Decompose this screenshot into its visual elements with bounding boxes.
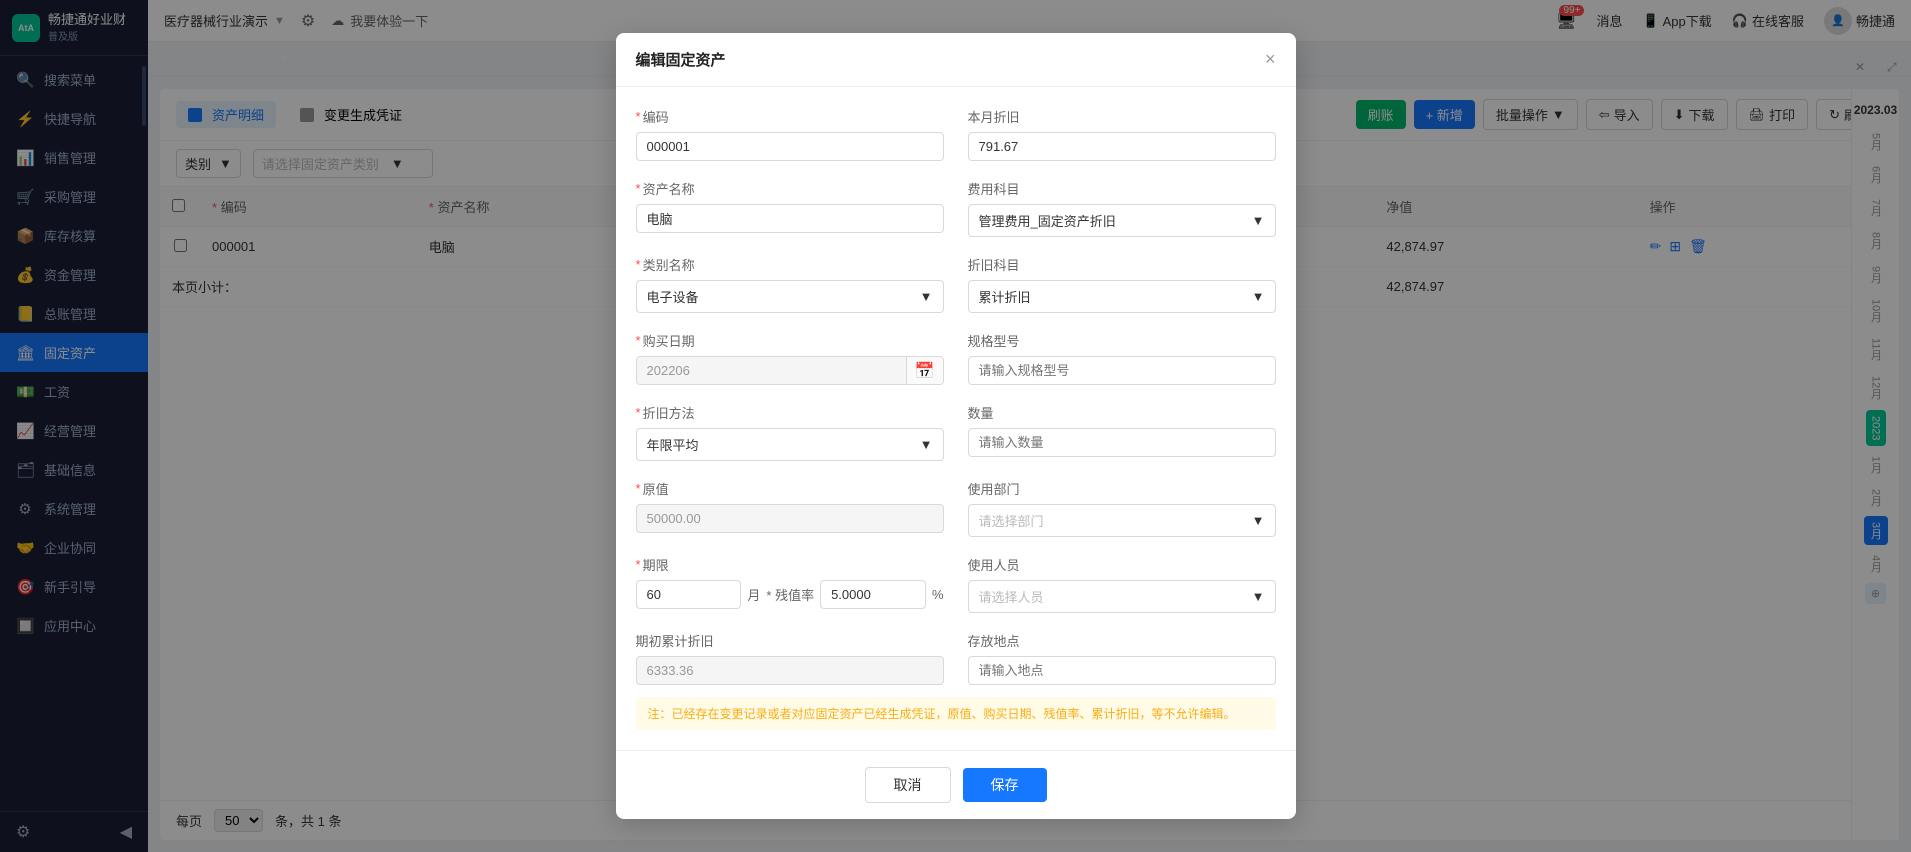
form-row-name: * 资产名称 xyxy=(636,179,944,237)
form-row-dept: 使用部门 请选择部门 ▼ xyxy=(968,479,1276,537)
period-residual-group: 月 * 残值率 % xyxy=(636,580,944,609)
form-row-location: 存放地点 xyxy=(968,631,1276,685)
form-grid: * 编码 本月折旧 * 资产名称 xyxy=(636,107,1276,685)
dept-placeholder: 请选择部门 xyxy=(979,511,1044,530)
code-input[interactable] xyxy=(636,132,944,161)
location-input[interactable] xyxy=(968,656,1276,685)
category-arrow: ▼ xyxy=(920,289,933,304)
modal-body: * 编码 本月折旧 * 资产名称 xyxy=(616,87,1296,750)
expense-subject-value: 管理费用_固定资产折旧 xyxy=(979,211,1116,230)
modal-header: 编辑固定资产 × xyxy=(616,33,1296,87)
depr-method-arrow: ▼ xyxy=(920,437,933,452)
form-row-quantity: 数量 xyxy=(968,403,1276,461)
form-row-initial-depr: 期初累计折旧 xyxy=(636,631,944,685)
depr-subject-label: 折旧科目 xyxy=(968,255,1276,274)
user-placeholder: 请选择人员 xyxy=(979,587,1044,606)
form-row-depr-subject: 折旧科目 累计折旧 ▼ xyxy=(968,255,1276,313)
modal-note: 注：已经存在变更记录或者对应固定资产已经生成凭证，原值、购买日期、残值率、累计折… xyxy=(636,697,1276,730)
depr-subject-arrow: ▼ xyxy=(1252,289,1265,304)
form-row-purchase-date: * 购买日期 📅 xyxy=(636,331,944,385)
purchase-date-input-wrap: 📅 xyxy=(636,356,944,385)
form-row-expense-subject: 费用科目 管理费用_固定资产折旧 ▼ xyxy=(968,179,1276,237)
category-value: 电子设备 xyxy=(647,287,699,306)
modal-title: 编辑固定资产 xyxy=(636,49,726,70)
expense-subject-arrow: ▼ xyxy=(1252,213,1265,228)
code-label: * 编码 xyxy=(636,107,944,126)
expense-subject-select[interactable]: 管理费用_固定资产折旧 ▼ xyxy=(968,204,1276,237)
form-row-original-value: * 原值 xyxy=(636,479,944,537)
depr-method-label: * 折旧方法 xyxy=(636,403,944,422)
depr-method-value: 年限平均 xyxy=(647,435,699,454)
residual-label: * 残值率 xyxy=(766,585,814,604)
depr-method-select[interactable]: 年限平均 ▼ xyxy=(636,428,944,461)
form-row-monthly-depr: 本月折旧 xyxy=(968,107,1276,161)
form-row-depr-method: * 折旧方法 年限平均 ▼ xyxy=(636,403,944,461)
modal-overlay: 编辑固定资产 × * 编码 本月折旧 xyxy=(0,0,1911,852)
dept-select[interactable]: 请选择部门 ▼ xyxy=(968,504,1276,537)
modal-footer: 取消 保存 xyxy=(616,750,1296,819)
cancel-button[interactable]: 取消 xyxy=(865,767,951,803)
period-label: * 期限 xyxy=(636,555,944,574)
form-row-user: 使用人员 请选择人员 ▼ xyxy=(968,555,1276,613)
name-label: * 资产名称 xyxy=(636,179,944,198)
user-label: 使用人员 xyxy=(968,555,1276,574)
dept-label: 使用部门 xyxy=(968,479,1276,498)
edit-asset-modal: 编辑固定资产 × * 编码 本月折旧 xyxy=(616,33,1296,819)
monthly-depr-input[interactable] xyxy=(968,132,1276,161)
period-input[interactable] xyxy=(636,580,742,609)
original-value-input[interactable] xyxy=(636,504,944,533)
original-value-label: * 原值 xyxy=(636,479,944,498)
residual-input[interactable] xyxy=(820,580,926,609)
form-row-model: 规格型号 xyxy=(968,331,1276,385)
depr-subject-select[interactable]: 累计折旧 ▼ xyxy=(968,280,1276,313)
form-row-code: * 编码 xyxy=(636,107,944,161)
note-text: 注：已经存在变更记录或者对应固定资产已经生成凭证，原值、购买日期、残值率、累计折… xyxy=(648,707,1236,721)
quantity-input[interactable] xyxy=(968,428,1276,457)
model-label: 规格型号 xyxy=(968,331,1276,350)
category-select[interactable]: 电子设备 ▼ xyxy=(636,280,944,313)
save-button[interactable]: 保存 xyxy=(963,768,1047,802)
initial-depr-label: 期初累计折旧 xyxy=(636,631,944,650)
name-input[interactable] xyxy=(636,204,944,233)
modal-close-button[interactable]: × xyxy=(1265,49,1276,70)
quantity-label: 数量 xyxy=(968,403,1276,422)
expense-subject-label: 费用科目 xyxy=(968,179,1276,198)
dept-arrow: ▼ xyxy=(1252,513,1265,528)
category-label: * 类别名称 xyxy=(636,255,944,274)
model-input[interactable] xyxy=(968,356,1276,385)
form-row-category: * 类别名称 电子设备 ▼ xyxy=(636,255,944,313)
form-row-period-residual: * 期限 月 * 残值率 % xyxy=(636,555,944,613)
monthly-depr-label: 本月折旧 xyxy=(968,107,1276,126)
purchase-date-label: * 购买日期 xyxy=(636,331,944,350)
purchase-date-input[interactable] xyxy=(637,357,906,384)
location-label: 存放地点 xyxy=(968,631,1276,650)
residual-unit: % xyxy=(932,587,944,602)
calendar-icon[interactable]: 📅 xyxy=(906,357,943,384)
user-arrow: ▼ xyxy=(1252,589,1265,604)
user-select[interactable]: 请选择人员 ▼ xyxy=(968,580,1276,613)
initial-depr-input[interactable] xyxy=(636,656,944,685)
depr-subject-value: 累计折旧 xyxy=(979,287,1031,306)
period-unit: 月 xyxy=(747,585,760,604)
